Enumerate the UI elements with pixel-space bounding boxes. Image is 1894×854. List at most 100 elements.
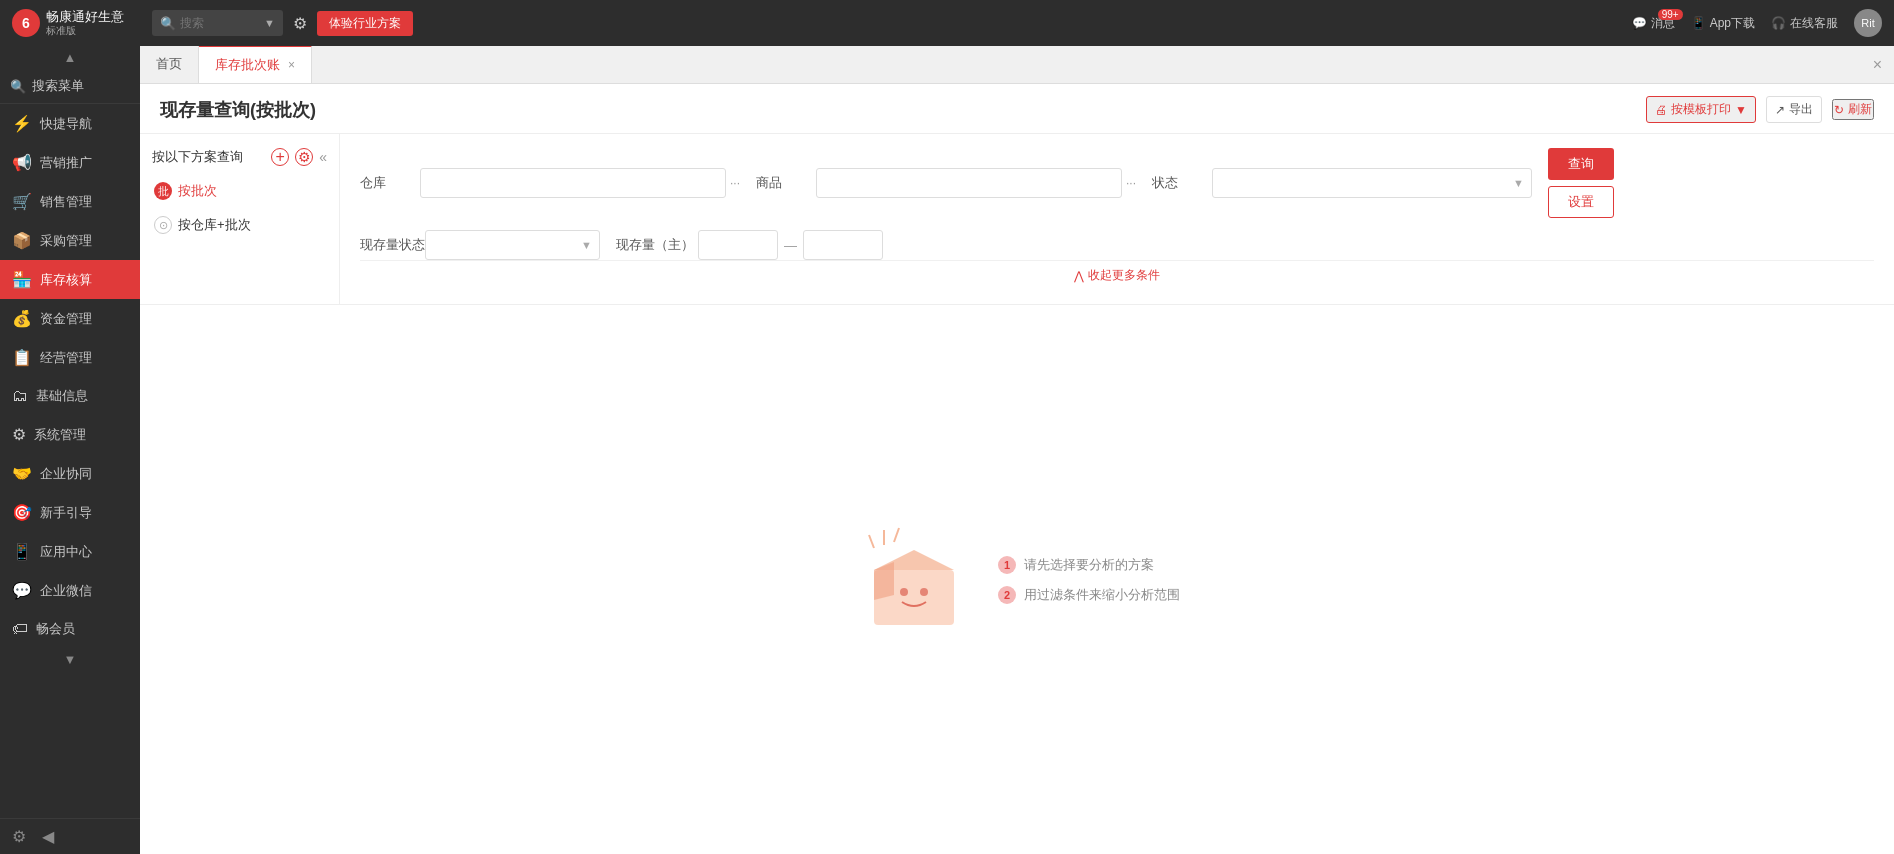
user-avatar[interactable]: Rit — [1854, 9, 1882, 37]
scheme-item-by-warehouse-batch[interactable]: ⊙ 按仓库+批次 — [140, 208, 339, 242]
status-select[interactable]: 正常 停用 — [1212, 168, 1532, 198]
qty-status-select[interactable]: 有库存 无库存 全部 — [425, 230, 600, 260]
scheme-collapse-btn[interactable]: « — [319, 149, 327, 165]
message-badge: 99+ — [1658, 9, 1683, 20]
sidebar-search[interactable]: 🔍 搜索菜单 — [0, 69, 140, 104]
gear-button[interactable]: ⚙ — [291, 12, 309, 35]
sidebar-scroll-down[interactable]: ▼ — [0, 648, 140, 671]
hint-text-1: 请先选择要分析的方案 — [1024, 556, 1154, 574]
status-select-wrapper: 正常 停用 ▼ — [1212, 168, 1532, 198]
qty-range-inputs: — — [698, 230, 883, 260]
sidebar-collapse-icon[interactable]: ◀ — [42, 827, 54, 846]
sidebar-item-app-center[interactable]: 📱 应用中心 — [0, 532, 140, 571]
sidebar-item-label: 系统管理 — [34, 426, 86, 444]
print-chevron-icon: ▼ — [1735, 103, 1747, 117]
enterprise-icon: 🤝 — [12, 464, 32, 483]
phone-icon: 📱 — [1691, 16, 1706, 30]
sidebar-item-label: 库存核算 — [40, 271, 92, 289]
tab-bar: 首页 库存批次账 × × — [140, 46, 1894, 84]
scheme-add-btn[interactable]: + — [271, 148, 289, 166]
status-filter: 状态 正常 停用 ▼ — [1152, 168, 1532, 198]
app-logo-icon: 6 — [12, 9, 40, 37]
export-btn[interactable]: ↗ 导出 — [1766, 96, 1822, 123]
newbie-icon: 🎯 — [12, 503, 32, 522]
sidebar-item-corp-wechat[interactable]: 💬 企业微信 — [0, 571, 140, 610]
sidebar-item-operations[interactable]: 📋 经营管理 — [0, 338, 140, 377]
sidebar-item-label: 快捷导航 — [40, 115, 92, 133]
qty-dash: — — [784, 238, 797, 253]
search-label: 搜索菜单 — [32, 77, 84, 95]
sidebar-item-marketing[interactable]: 📢 营销推广 — [0, 143, 140, 182]
nav-search-input[interactable] — [180, 16, 260, 30]
headset-icon: 🎧 — [1771, 16, 1786, 30]
hint-text-2: 用过滤条件来缩小分析范围 — [1024, 586, 1180, 604]
marketing-icon: 📢 — [12, 153, 32, 172]
product-input[interactable] — [816, 168, 1122, 198]
refresh-btn[interactable]: ↻ 刷新 — [1832, 99, 1874, 120]
online-service-action[interactable]: 🎧 在线客服 — [1771, 15, 1838, 32]
page-close-btn[interactable]: × — [1861, 46, 1894, 84]
trial-btn[interactable]: 体验行业方案 — [317, 11, 413, 36]
nav-search-box[interactable]: 🔍 ▼ — [152, 10, 283, 36]
sidebar-item-newbie[interactable]: 🎯 新手引导 — [0, 493, 140, 532]
svg-point-4 — [920, 588, 928, 596]
refresh-icon: ↻ — [1834, 103, 1844, 117]
svg-marker-2 — [874, 562, 894, 600]
warehouse-more-icon[interactable]: ··· — [730, 176, 740, 190]
nav-chevron-icon[interactable]: ▼ — [264, 17, 275, 29]
app-download-action[interactable]: 📱 App下载 — [1691, 15, 1755, 32]
tab-home[interactable]: 首页 — [140, 46, 199, 83]
hint-num-1: 1 — [998, 556, 1016, 574]
svg-line-7 — [869, 535, 874, 548]
page-actions: 🖨 按模板打印 ▼ ↗ 导出 ↻ 刷新 — [1646, 96, 1874, 123]
message-action[interactable]: 💬 消息 99+ — [1632, 15, 1675, 32]
edition-label: 标准版 — [46, 25, 124, 37]
collapse-more-btn[interactable]: ⋀ 收起更多条件 — [360, 260, 1874, 290]
corp-wechat-icon: 💬 — [12, 581, 32, 600]
tab-close-btn[interactable]: × — [288, 58, 295, 72]
scheme-by-warehouse-batch-label: 按仓库+批次 — [178, 216, 251, 234]
svg-line-6 — [894, 528, 899, 542]
setting-btn[interactable]: 设置 — [1548, 186, 1614, 218]
sidebar-item-system[interactable]: ⚙ 系统管理 — [0, 415, 140, 454]
page-title: 现存量查询(按批次) — [160, 98, 316, 122]
scheme-by-batch-label: 按批次 — [178, 182, 217, 200]
tab-batch-inventory[interactable]: 库存批次账 × — [199, 46, 312, 83]
sidebar-item-basics[interactable]: 🗂 基础信息 — [0, 377, 140, 415]
scheme-setting-btn[interactable]: ⚙ — [295, 148, 313, 166]
sidebar-item-shortcuts[interactable]: ⚡ 快捷导航 — [0, 104, 140, 143]
sidebar-item-purchase[interactable]: 📦 采购管理 — [0, 221, 140, 260]
query-btn[interactable]: 查询 — [1548, 148, 1614, 180]
membership-icon: 🏷 — [12, 620, 28, 638]
filter-right-panel: 仓库 ··· 商品 ··· 状态 — [340, 134, 1894, 304]
empty-hint-1: 1 请先选择要分析的方案 — [998, 556, 1180, 574]
empty-hint-2: 2 用过滤条件来缩小分析范围 — [998, 586, 1180, 604]
sidebar-item-finance[interactable]: 💰 资金管理 — [0, 299, 140, 338]
sidebar-item-label: 企业协同 — [40, 465, 92, 483]
scheme-item-by-batch[interactable]: 批 按批次 — [140, 174, 339, 208]
warehouse-input[interactable] — [420, 168, 726, 198]
company-name: 畅康通好生意 — [46, 9, 124, 25]
filter-actions: 查询 设置 — [1548, 148, 1614, 218]
sidebar-item-sales[interactable]: 🛒 销售管理 — [0, 182, 140, 221]
qty-label: 现存量（主） — [616, 236, 694, 254]
sidebar-item-enterprise[interactable]: 🤝 企业协同 — [0, 454, 140, 493]
status-label: 状态 — [1152, 174, 1212, 192]
scheme-header-label: 按以下方案查询 — [152, 148, 243, 166]
qty-max-input[interactable] — [803, 230, 883, 260]
sidebar-item-label: 企业微信 — [40, 582, 92, 600]
message-icon: 💬 — [1632, 16, 1647, 30]
sidebar-item-inventory[interactable]: 🏪 库存核算 — [0, 260, 140, 299]
sidebar-scroll-up[interactable]: ▲ — [0, 46, 140, 69]
qty-min-input[interactable] — [698, 230, 778, 260]
printer-icon: 🖨 — [1655, 103, 1667, 117]
sidebar-item-membership[interactable]: 🏷 畅会员 — [0, 610, 140, 648]
sidebar-item-label: 应用中心 — [40, 543, 92, 561]
basics-icon: 🗂 — [12, 387, 28, 405]
sidebar-item-label: 基础信息 — [36, 387, 88, 405]
product-more-icon[interactable]: ··· — [1126, 176, 1136, 190]
print-btn[interactable]: 🖨 按模板打印 ▼ — [1646, 96, 1756, 123]
filter-area: 按以下方案查询 + ⚙ « 批 按批次 ⊙ 按仓库+批次 — [140, 134, 1894, 305]
content-area: 首页 库存批次账 × × 现存量查询(按批次) 🖨 按模板打印 ▼ — [140, 46, 1894, 854]
sidebar-gear-icon[interactable]: ⚙ — [12, 827, 26, 846]
